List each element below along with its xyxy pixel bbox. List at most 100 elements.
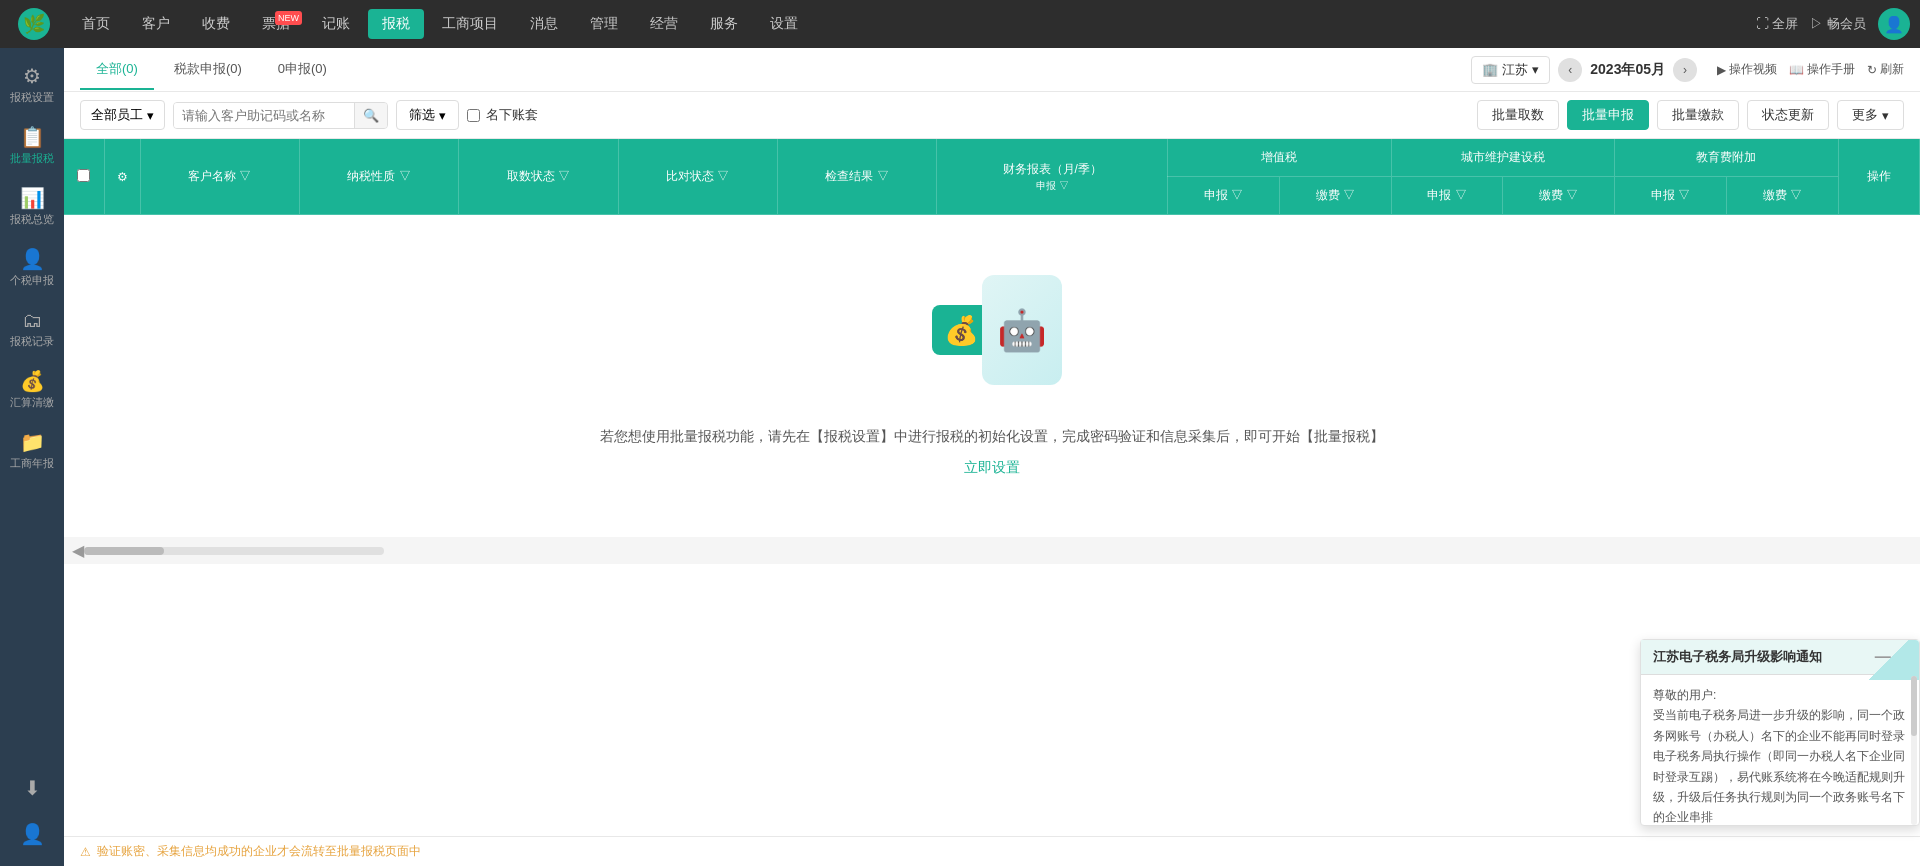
nav-tax[interactable]: 报税 bbox=[368, 9, 424, 39]
th-checkbox bbox=[64, 139, 104, 215]
sidebar-item-label: 个税申报 bbox=[10, 273, 54, 288]
batch-fetch-btn[interactable]: 批量取数 bbox=[1477, 100, 1559, 130]
batch-pay-btn[interactable]: 批量缴款 bbox=[1657, 100, 1739, 130]
nav-home[interactable]: 首页 bbox=[68, 9, 124, 39]
th-vat: 增值税 bbox=[1168, 139, 1392, 177]
sidebar-bottom: ⬇ 👤 bbox=[2, 768, 62, 866]
notif-corner-decoration bbox=[1859, 640, 1919, 680]
download-icon: ⬇ bbox=[24, 778, 41, 798]
th-operation: 操作 bbox=[1838, 139, 1919, 215]
sidebar-item-label: 报税设置 bbox=[10, 90, 54, 105]
refresh-icon: ↻ bbox=[1867, 63, 1877, 77]
scroll-thumb[interactable] bbox=[84, 547, 164, 555]
fullscreen-btn[interactable]: ⛶ 全屏 bbox=[1756, 15, 1799, 33]
nav-customer[interactable]: 客户 bbox=[128, 9, 184, 39]
top-nav-right: ⛶ 全屏 ▷ 畅会员 👤 bbox=[1756, 8, 1910, 40]
th-vat-declare: 申报 ▽ bbox=[1168, 177, 1280, 215]
sidebar-item-tax-overview[interactable]: 📊 报税总览 bbox=[2, 178, 62, 237]
operation-manual-btn[interactable]: 📖 操作手册 bbox=[1789, 61, 1855, 78]
th-customer-name: 客户名称 ▽ bbox=[140, 139, 299, 215]
logo-icon: 🌿 bbox=[18, 8, 50, 40]
prev-month-btn[interactable]: ‹ bbox=[1558, 58, 1582, 82]
nav-fee[interactable]: 收费 bbox=[188, 9, 244, 39]
tab-tax-declare[interactable]: 税款申报(0) bbox=[158, 50, 258, 90]
tax-records-icon: 🗂 bbox=[22, 310, 42, 330]
sidebar-item-download[interactable]: ⬇ bbox=[2, 768, 62, 808]
refresh-btn[interactable]: ↻ 刷新 bbox=[1867, 61, 1904, 78]
robot-illustration: 💰 🤖 bbox=[922, 275, 1062, 405]
notification-title: 江苏电子税务局升级影响通知 bbox=[1653, 648, 1822, 666]
batch-declare-btn[interactable]: 批量申报 bbox=[1567, 100, 1649, 130]
more-btn[interactable]: 更多 ▾ bbox=[1837, 100, 1904, 130]
scroll-left-btn[interactable]: ◀ bbox=[72, 541, 84, 560]
chevron-down-icon: ▾ bbox=[1882, 108, 1889, 123]
user-avatar[interactable]: 👤 bbox=[1878, 8, 1910, 40]
toolbar: 全部员工 ▾ 🔍 筛选 ▾ 名下账套 批量取数 批量申报 批量缴款 状态更新 更… bbox=[64, 92, 1920, 139]
data-table: ⚙ 客户名称 ▽ 纳税性质 ▽ 取数状态 ▽ 比对状态 ▽ 检查结果 ▽ 财务报… bbox=[64, 139, 1920, 537]
setup-link[interactable]: 立即设置 bbox=[964, 459, 1020, 477]
chevron-down-icon: ▾ bbox=[1532, 62, 1539, 77]
employee-selector[interactable]: 全部员工 ▾ bbox=[80, 100, 165, 130]
nav-message[interactable]: 消息 bbox=[516, 9, 572, 39]
operation-video-btn[interactable]: ▶ 操作视频 bbox=[1717, 61, 1777, 78]
status-bar: ⚠ 验证账密、采集信息均成功的企业才会流转至批量报税页面中 bbox=[64, 836, 1920, 866]
th-compare-status: 比对状态 ▽ bbox=[618, 139, 777, 215]
region-icon: 🏢 bbox=[1482, 62, 1498, 77]
table-header-top: ⚙ 客户名称 ▽ 纳税性质 ▽ 取数状态 ▽ 比对状态 ▽ 检查结果 ▽ 财务报… bbox=[64, 139, 1920, 177]
sub-account-checkbox-label: 名下账套 bbox=[467, 106, 538, 124]
notification-popup: 江苏电子税务局升级影响通知 — × 尊敬的用户: 受当前电子税务局进一步升级的影… bbox=[1640, 639, 1920, 826]
settlement-icon: 💰 bbox=[20, 371, 45, 391]
app-logo: 🌿 bbox=[10, 0, 58, 48]
tab-actions: ▶ 操作视频 📖 操作手册 ↻ 刷新 bbox=[1717, 61, 1904, 78]
search-button[interactable]: 🔍 bbox=[354, 103, 387, 128]
th-edu-surcharge: 教育费附加 bbox=[1615, 139, 1839, 177]
book-icon: 📖 bbox=[1789, 63, 1804, 77]
sidebar-item-label: 报税总览 bbox=[10, 212, 54, 227]
notification-body: 尊敬的用户: 受当前电子税务局进一步升级的影响，同一个政务网账号（办税人）名下的… bbox=[1641, 675, 1919, 825]
th-city-tax: 城市维护建设税 bbox=[1391, 139, 1615, 177]
th-tax-type: 纳税性质 ▽ bbox=[299, 139, 458, 215]
tab-all[interactable]: 全部(0) bbox=[80, 50, 154, 90]
nav-invoice[interactable]: 票据 NEW bbox=[248, 9, 304, 39]
notif-scrollbar-thumb[interactable] bbox=[1911, 676, 1917, 736]
sidebar-item-label: 报税记录 bbox=[10, 334, 54, 349]
search-box: 🔍 bbox=[173, 102, 388, 129]
search-input[interactable] bbox=[174, 103, 354, 128]
th-check-result: 检查结果 ▽ bbox=[777, 139, 936, 215]
nav-service[interactable]: 服务 bbox=[696, 9, 752, 39]
sidebar-item-label: 批量报税 bbox=[10, 151, 54, 166]
region-label: 江苏 bbox=[1502, 61, 1528, 79]
nav-settings[interactable]: 设置 bbox=[756, 9, 812, 39]
nav-business[interactable]: 工商项目 bbox=[428, 9, 512, 39]
th-city-declare: 申报 ▽ bbox=[1391, 177, 1503, 215]
member-btn[interactable]: ▷ 畅会员 bbox=[1810, 15, 1866, 33]
region-selector[interactable]: 🏢 江苏 ▾ bbox=[1471, 56, 1550, 84]
tax-settings-icon: ⚙ bbox=[23, 66, 41, 86]
sidebar-item-batch-tax[interactable]: 📋 批量报税 bbox=[2, 117, 62, 176]
th-edu-pay: 缴费 ▽ bbox=[1726, 177, 1838, 215]
sidebar-item-personal-tax[interactable]: 👤 个税申报 bbox=[2, 239, 62, 298]
sidebar-item-user[interactable]: 👤 bbox=[2, 814, 62, 854]
nav-bookkeeping[interactable]: 记账 bbox=[308, 9, 364, 39]
batch-tax-icon: 📋 bbox=[20, 127, 45, 147]
scroll-track bbox=[84, 547, 384, 555]
filter-button[interactable]: 筛选 ▾ bbox=[396, 100, 459, 130]
nav-manage[interactable]: 管理 bbox=[576, 9, 632, 39]
top-navigation: 🌿 首页 客户 收费 票据 NEW 记账 报税 工商项目 消息 管理 经营 服务… bbox=[0, 0, 1920, 48]
sidebar-item-label: 汇算清缴 bbox=[10, 395, 54, 410]
th-vat-pay: 缴费 ▽ bbox=[1279, 177, 1391, 215]
sidebar-item-annual-report[interactable]: 📁 工商年报 bbox=[2, 422, 62, 481]
sidebar-item-tax-records[interactable]: 🗂 报税记录 bbox=[2, 300, 62, 359]
tab-zero-declare[interactable]: 0申报(0) bbox=[262, 50, 343, 90]
select-all-checkbox[interactable] bbox=[77, 169, 90, 182]
next-month-btn[interactable]: › bbox=[1673, 58, 1697, 82]
sidebar-item-tax-settings[interactable]: ⚙ 报税设置 bbox=[2, 56, 62, 115]
status-update-btn[interactable]: 状态更新 bbox=[1747, 100, 1829, 130]
empty-message: 若您想使用批量报税功能，请先在【报税设置】中进行报税的初始化设置，完成密码验证和… bbox=[600, 425, 1384, 447]
nav-operation[interactable]: 经营 bbox=[636, 9, 692, 39]
sidebar: ⚙ 报税设置 📋 批量报税 📊 报税总览 👤 个税申报 🗂 报税记录 💰 汇算清… bbox=[0, 48, 64, 866]
sub-account-checkbox[interactable] bbox=[467, 109, 480, 122]
user-icon: 👤 bbox=[20, 824, 45, 844]
empty-state: 💰 🤖 若您想使用批量报税功能，请先在【报税设置】中进行报税的初始化设置，完成密… bbox=[64, 215, 1920, 537]
sidebar-item-settlement[interactable]: 💰 汇算清缴 bbox=[2, 361, 62, 420]
